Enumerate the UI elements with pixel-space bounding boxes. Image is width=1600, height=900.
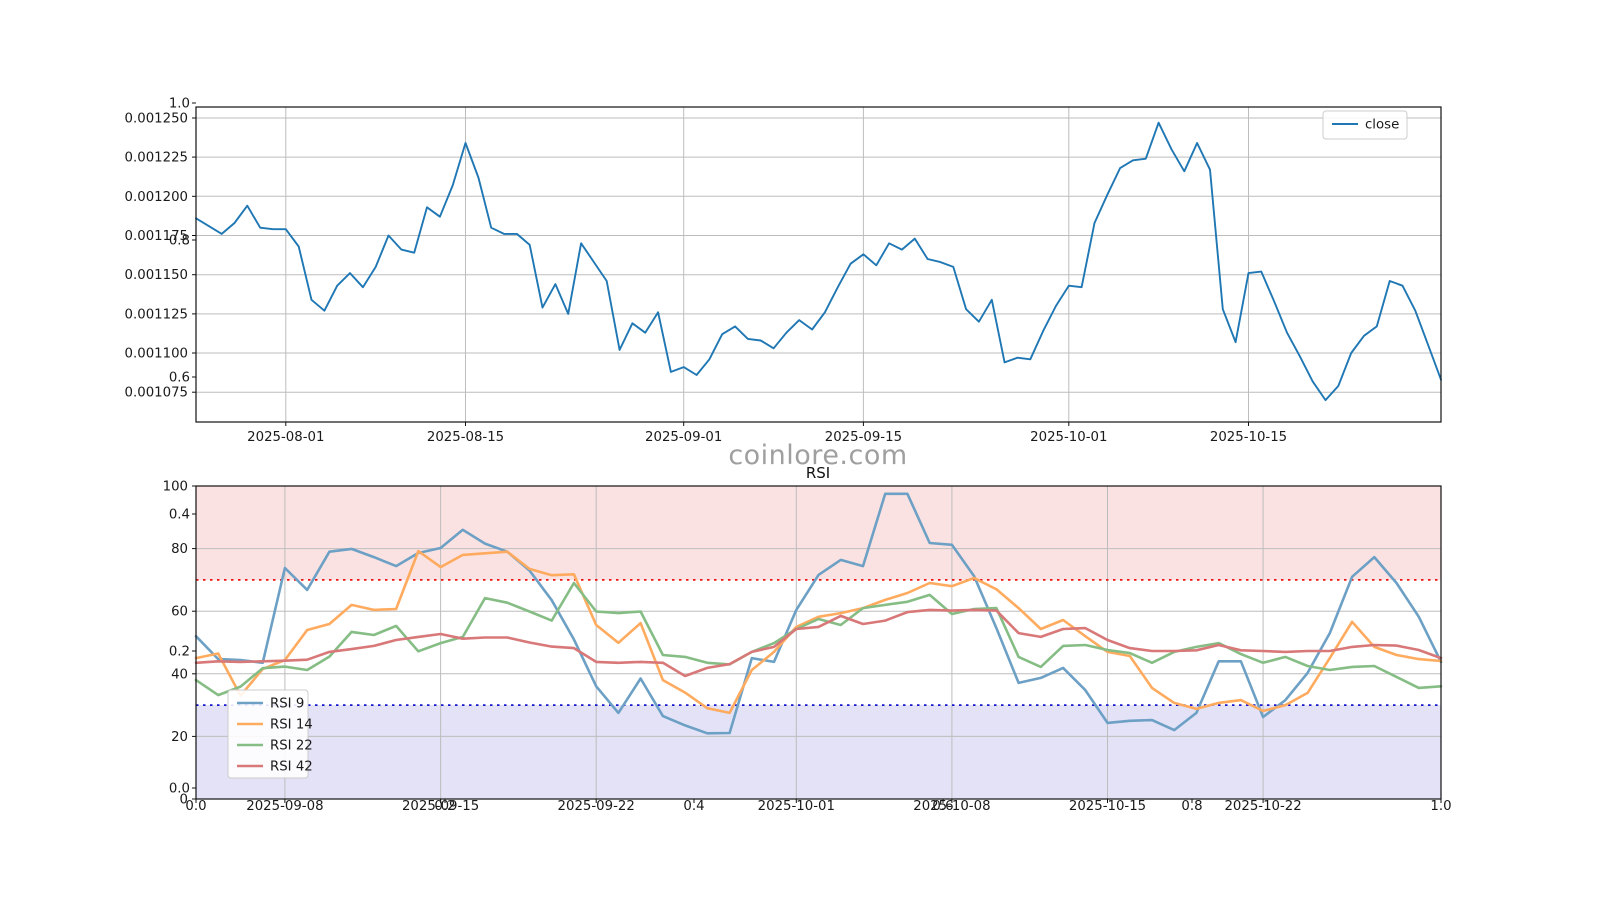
- y-tick-label: 60: [171, 605, 188, 620]
- y-tick-label: 0.001225: [125, 151, 188, 166]
- rsi-legend: RSI 9 RSI 14 RSI 22 RSI 42: [227, 689, 313, 779]
- overlay-y-label: 0.6: [169, 371, 190, 386]
- overbought-band: [196, 486, 1441, 580]
- legend-label: close: [1365, 118, 1399, 133]
- overlay-x-label: 0.6: [932, 799, 953, 814]
- x-tick-label: 2025-08-15: [427, 430, 504, 445]
- legend-label: RSI 22: [270, 739, 313, 754]
- price-legend: close: [1322, 110, 1408, 140]
- x-tick-label: 2025-10-15: [1210, 430, 1287, 445]
- legend-label: RSI 9: [270, 697, 304, 712]
- overlay-x-label: 0.2: [434, 799, 455, 814]
- x-tick-label: 2025-10-01: [1030, 430, 1107, 445]
- y-tick-label: 0.001075: [125, 386, 188, 401]
- rsi-chart-title: RSI: [805, 464, 831, 482]
- x-tick-label: 2025-08-01: [247, 430, 324, 445]
- overlay-y-label: 0.2: [169, 645, 190, 660]
- overlay-y-label: 0.0: [169, 782, 190, 797]
- x-tick-label: 2025-10-01: [758, 799, 835, 814]
- rsi-panel: 0204060801002025-09-08 2025-09-15 2025-09-…: [163, 480, 1443, 814]
- y-tick-label: 0.001200: [125, 190, 188, 205]
- y-tick-label: 20: [171, 730, 188, 745]
- x-tick-label: 2025-09-22: [558, 799, 635, 814]
- x-tick-label: 2025-09-08: [246, 799, 323, 814]
- y-tick-label: 0.001150: [125, 268, 188, 283]
- overlay-x-label: 0.0: [185, 799, 206, 814]
- overlay-x-label: 0.4: [683, 799, 704, 814]
- y-tick-label: 0.001100: [125, 347, 188, 362]
- overlay-x-label: 0.8: [1181, 799, 1202, 814]
- overlay-x-label: 1.0: [1430, 799, 1451, 814]
- overlay-y-label: 0.8: [169, 234, 190, 249]
- price-panel: 0.0010750.0011000.0011250.0011500.001175…: [125, 106, 1442, 445]
- overlay-y-label: 0.4: [169, 508, 190, 523]
- x-tick-label: 2025-10-15: [1069, 799, 1146, 814]
- y-tick-label: 40: [171, 667, 188, 682]
- x-tick-label: 2025-09-01: [645, 430, 722, 445]
- y-tick-label: 0.001250: [125, 112, 188, 127]
- overlay-y-label: 1.0: [169, 97, 190, 112]
- x-tick-label: 2025-10-22: [1224, 799, 1301, 814]
- price-axes-frame: [195, 106, 1442, 423]
- rsi-22-line: [194, 581, 1443, 697]
- oversold-band: [196, 705, 1441, 799]
- legend-label: RSI 42: [270, 760, 313, 775]
- chart-figure: 0.001075 0.001100 0.001125 0.001150 0.001175…: [0, 0, 1600, 900]
- close-line: [195, 121, 1442, 402]
- y-tick-label: 80: [171, 542, 188, 557]
- legend-label: RSI 14: [270, 718, 313, 733]
- y-tick-label: 100: [163, 480, 188, 495]
- y-tick-label: 0.001125: [125, 307, 188, 322]
